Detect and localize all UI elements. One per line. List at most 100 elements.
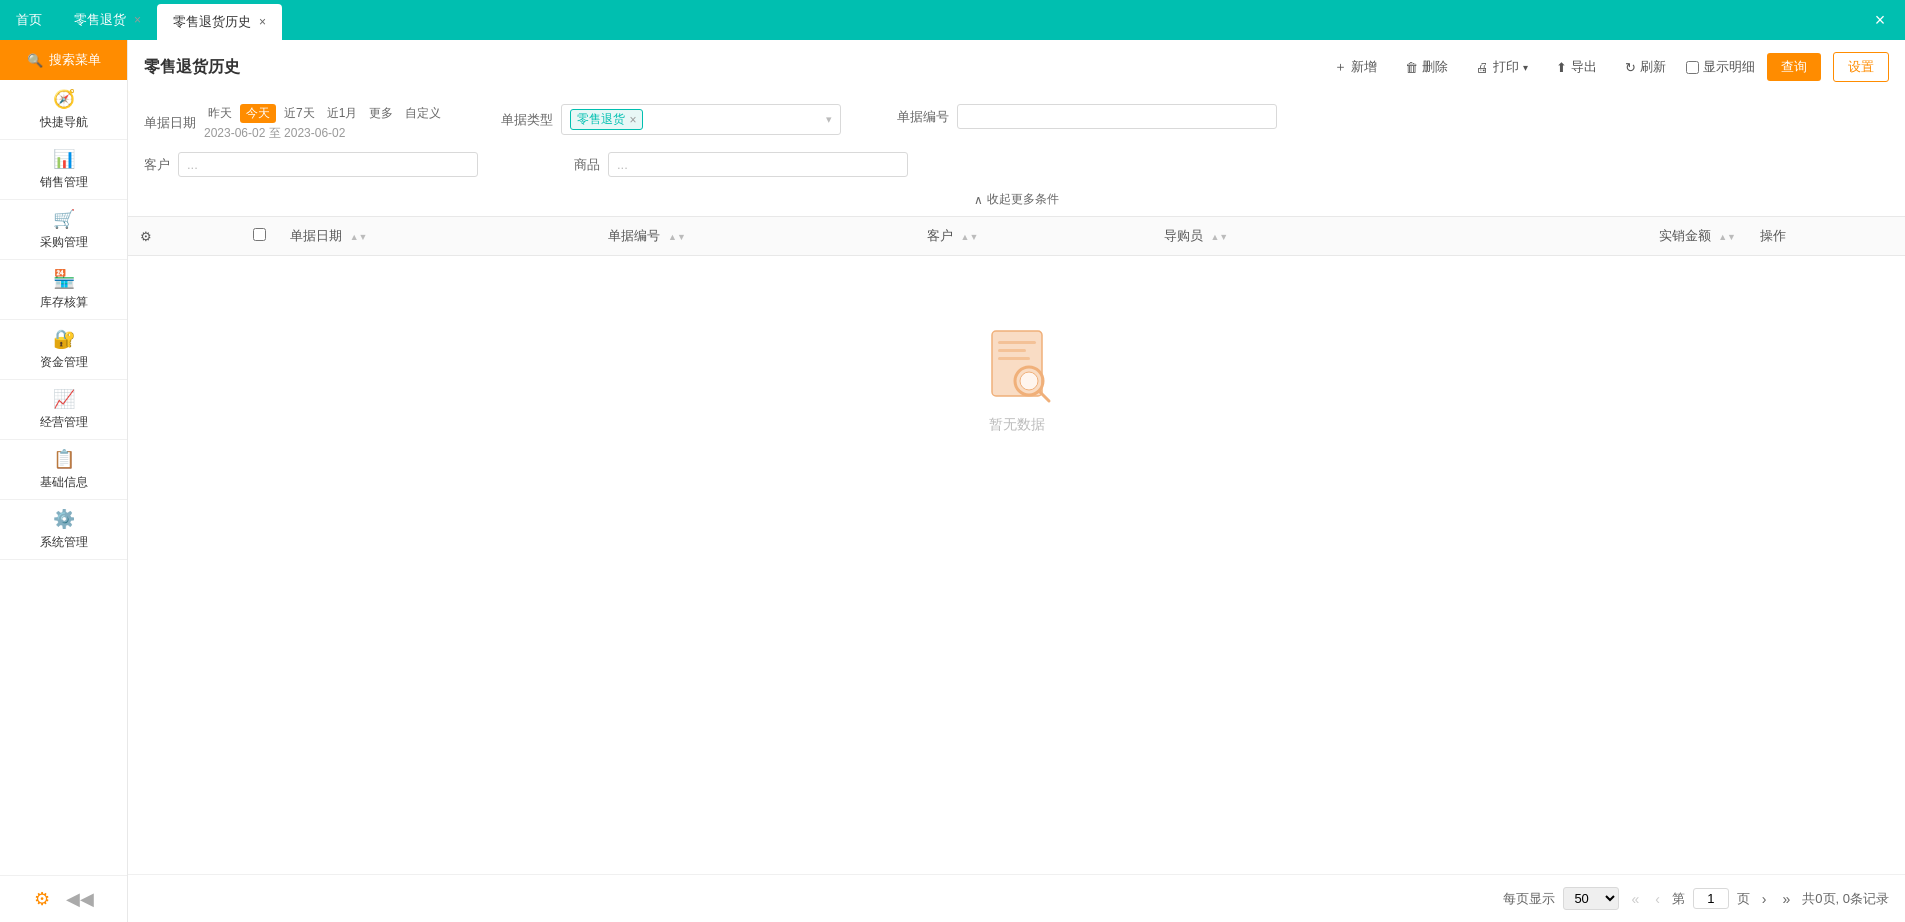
show-detail-checkbox-label[interactable]: 显示明细 [1686,58,1755,76]
volume-icon[interactable]: ◀◀ [66,888,94,910]
settings-icon[interactable]: ⚙ [34,888,50,910]
top-nav: 首页 零售退货 × 零售退货历史 × × [0,0,1905,40]
sys-mgmt-icon: ⚙️ [53,508,75,530]
sidebar-item-basic-info-label: 基础信息 [40,474,88,491]
sidebar-item-sales-mgmt[interactable]: 📊 销售管理 [0,140,127,200]
doc-type-select[interactable]: 零售退货 × ▾ [561,104,841,135]
doc-type-tag-remove[interactable]: × [629,113,636,127]
filter-row-1: 单据日期 昨天 今天 近7天 近1月 更多 自定义 2 [144,104,1889,142]
sidebar-item-finance[interactable]: 🔐 资金管理 [0,320,127,380]
sidebar-item-basic-info[interactable]: 📋 基础信息 [0,440,127,500]
table-settings-icon[interactable]: ⚙ [140,229,152,244]
setting-button[interactable]: 设置 [1833,52,1889,82]
shortcut-custom[interactable]: 自定义 [401,104,445,123]
date-filter-label: 单据日期 [144,114,196,132]
page-label: 第 [1672,890,1685,908]
sidebar-item-purchase-mgmt[interactable]: 🛒 采购管理 [0,200,127,260]
doc-type-tag-label: 零售退货 [577,111,625,128]
shortcut-yesterday[interactable]: 昨天 [204,104,236,123]
table-head: ⚙ 单据日期 ▲▼ 单据编号 [128,217,1905,256]
doc-date-sort-icon[interactable]: ▲▼ [350,232,368,242]
refresh-button[interactable]: ↻ 刷新 [1617,54,1674,80]
goods-select[interactable]: ... [608,152,908,177]
tab-retail-return-history[interactable]: 零售退货历史 × [157,4,282,40]
shortcut-more[interactable]: 更多 [365,104,397,123]
tab-retail-return-label: 零售退货 [74,11,126,29]
customer-select[interactable]: ... [178,152,478,177]
doc-type-dropdown-icon: ▾ [826,113,832,126]
basic-info-icon: 📋 [53,448,75,470]
delete-icon: 🗑 [1405,60,1418,75]
doc-type-tag: 零售退货 × [570,109,643,130]
tab-retail-return-history-close[interactable]: × [259,15,266,29]
shortcut-7days[interactable]: 近7天 [280,104,319,123]
show-detail-label: 显示明细 [1703,58,1755,76]
tab-retail-return-close[interactable]: × [134,13,141,27]
sidebar-item-inventory[interactable]: 🏪 库存核算 [0,260,127,320]
tab-home[interactable]: 首页 [0,0,58,40]
th-guide: 导购员 ▲▼ [1152,217,1430,256]
delete-button[interactable]: 🗑 删除 [1397,54,1456,80]
sidebar-item-operations-label: 经营管理 [40,414,88,431]
print-dropdown-icon: ▾ [1523,62,1528,73]
sidebar-bottom: ⚙ ◀◀ [0,875,127,922]
svg-point-5 [1020,372,1038,390]
show-detail-checkbox[interactable] [1686,61,1699,74]
filter-area: 单据日期 昨天 今天 近7天 近1月 更多 自定义 2 [128,94,1905,216]
sidebar-search[interactable]: 🔍 搜索菜单 [0,40,127,80]
first-page-button[interactable]: « [1627,889,1643,909]
empty-text: 暂无数据 [989,416,1045,434]
pagination: 每页显示 50 10 20 100 « ‹ 第 页 › » 共0页, 0条记录 [128,874,1905,922]
doc-no-input[interactable] [957,104,1277,129]
collapse-row: ∧ 收起更多条件 [144,187,1889,216]
doc-type-selected-tags: 零售退货 × [570,109,643,130]
date-range-display: 2023-06-02 至 2023-06-02 [204,125,445,142]
inventory-icon: 🏪 [53,268,75,290]
customer-sort-icon[interactable]: ▲▼ [961,232,979,242]
tab-retail-return[interactable]: 零售退货 × [58,0,157,40]
table-header-row: ⚙ 单据日期 ▲▼ 单据编号 [128,217,1905,256]
shortcut-today[interactable]: 今天 [240,104,276,123]
goods-placeholder: ... [617,157,628,172]
finance-icon: 🔐 [53,328,75,350]
data-table: ⚙ 单据日期 ▲▼ 单据编号 [128,217,1905,256]
query-button[interactable]: 查询 [1767,53,1821,81]
total-info: 共0页, 0条记录 [1802,890,1889,908]
filter-group-doc-no: 单据编号 [897,104,1277,129]
export-icon: ⬆ [1556,60,1567,75]
sidebar-item-operations[interactable]: 📈 经营管理 [0,380,127,440]
doc-no-sort-icon[interactable]: ▲▼ [668,232,686,242]
prev-page-button[interactable]: ‹ [1651,889,1664,909]
window-close-button[interactable]: × [1855,10,1905,31]
sidebar-item-sys-mgmt[interactable]: ⚙️ 系统管理 [0,500,127,560]
delete-label: 删除 [1422,58,1448,76]
select-all-checkbox[interactable] [253,228,266,241]
page-title: 零售退货历史 [144,57,240,78]
per-page-select[interactable]: 50 10 20 100 [1563,887,1619,910]
export-button[interactable]: ⬆ 导出 [1548,54,1605,80]
guide-sort-icon[interactable]: ▲▼ [1210,232,1228,242]
th-doc-date-label: 单据日期 [290,228,342,243]
sidebar-item-quick-nav[interactable]: 🧭 快捷导航 [0,80,127,140]
doc-no-label: 单据编号 [897,108,949,126]
print-button[interactable]: 🖨 打印 ▾ [1468,54,1536,80]
new-button[interactable]: ＋ 新增 [1326,54,1385,80]
amount-sort-icon[interactable]: ▲▼ [1718,232,1736,242]
shortcut-1month[interactable]: 近1月 [323,104,362,123]
sidebar-item-sys-mgmt-label: 系统管理 [40,534,88,551]
print-label: 打印 [1493,58,1519,76]
next-page-button[interactable]: › [1758,889,1771,909]
page-input[interactable] [1693,888,1729,909]
refresh-label: 刷新 [1640,58,1666,76]
last-page-button[interactable]: » [1779,889,1795,909]
th-action-label: 操作 [1760,228,1786,243]
export-label: 导出 [1571,58,1597,76]
tab-bar: 首页 零售退货 × 零售退货历史 × [0,0,1855,40]
collapse-button[interactable]: ∧ 收起更多条件 [974,191,1059,208]
content-area: 零售退货历史 ＋ 新增 🗑 删除 🖨 [128,40,1905,922]
main-area: 🔍 搜索菜单 🧭 快捷导航 📊 销售管理 🛒 采购管理 🏪 库存核算 🔐 [0,40,1905,922]
content-title-row: 零售退货历史 ＋ 新增 🗑 删除 🖨 [144,52,1889,82]
collapse-up-icon: ∧ [974,193,983,207]
th-settings[interactable]: ⚙ [128,217,241,256]
th-checkbox[interactable] [241,217,278,256]
